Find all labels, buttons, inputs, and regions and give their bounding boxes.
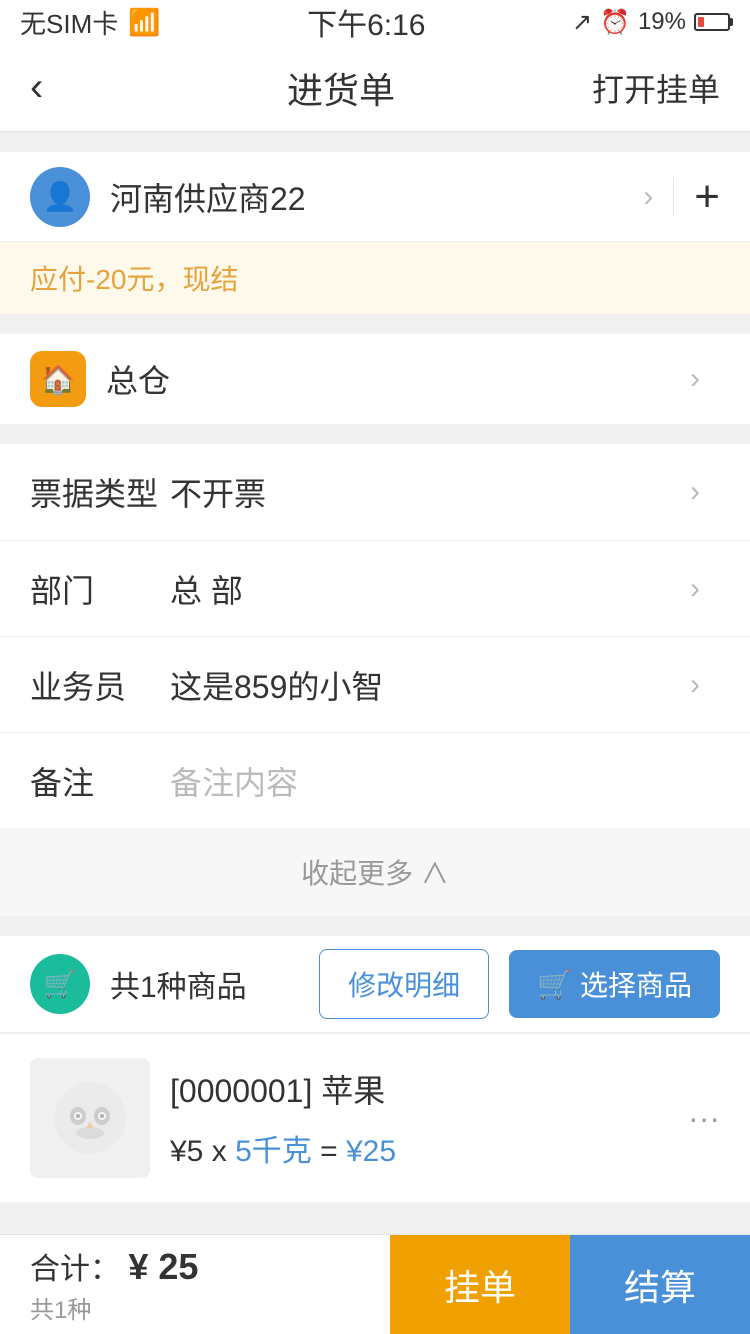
total-label-text: 合计： xyxy=(30,1253,120,1286)
open-pending-button[interactable]: 打开挂单 xyxy=(592,65,720,111)
add-supplier-button[interactable]: + xyxy=(694,175,720,219)
supplier-name: 河南供应商22 xyxy=(110,174,643,220)
price-multiply: x xyxy=(212,1135,235,1168)
checkout-label: 结算 xyxy=(624,1259,696,1311)
bottom-bar: 合计： ¥ 25 共1种 挂单 结算 xyxy=(0,1234,750,1334)
remarks-row[interactable]: 备注 备注内容 xyxy=(0,732,750,828)
hang-label: 挂单 xyxy=(444,1259,516,1311)
supplier-chevron-icon: › xyxy=(643,180,653,214)
product-icon-symbol: 🛒 xyxy=(44,969,76,1000)
collapse-button[interactable]: 收起更多 ∧ xyxy=(0,828,750,916)
status-time: 下午6:16 xyxy=(307,0,425,44)
nav-bar: ‹ 进货单 打开挂单 xyxy=(0,44,750,132)
invoice-type-value: 不开票 xyxy=(170,469,690,515)
section-gap-2 xyxy=(0,314,750,334)
page-title: 进货单 xyxy=(287,62,395,114)
edit-detail-button[interactable]: 修改明细 xyxy=(319,949,489,1019)
department-row[interactable]: 部门 总 部 › xyxy=(0,540,750,636)
battery-label: 19% xyxy=(638,8,686,36)
warehouse-symbol: 🏠 xyxy=(41,363,76,396)
section-gap-4 xyxy=(0,916,750,936)
wifi-icon: 📶 xyxy=(128,7,160,38)
sales-rep-label: 业务员 xyxy=(30,662,170,708)
supplier-row[interactable]: 👤 河南供应商22 › + xyxy=(0,152,750,242)
product-info: [0000001] 苹果 ¥5 x 5千克 = ¥25 xyxy=(170,1066,668,1170)
battery-icon xyxy=(694,13,730,31)
select-product-button[interactable]: 🛒 选择商品 xyxy=(509,950,720,1018)
total-section: 合计： ¥ 25 共1种 xyxy=(0,1235,390,1334)
remarks-label: 备注 xyxy=(30,758,170,804)
total-count: 共1种 xyxy=(30,1290,360,1325)
invoice-chevron-icon: › xyxy=(690,475,700,509)
price-equals: = xyxy=(320,1135,346,1168)
product-thumbnail xyxy=(30,1058,150,1178)
total-label: 合计： ¥ 25 xyxy=(30,1244,360,1288)
status-bar: 无SIM卡 📶 下午6:16 ↗ ⏰ 19% xyxy=(0,0,750,44)
price-quantity: 5千克 xyxy=(235,1135,312,1168)
battery-fill xyxy=(698,17,704,27)
status-right: ↗ ⏰ 19% xyxy=(572,8,730,37)
section-gap-3 xyxy=(0,424,750,444)
department-value: 总 部 xyxy=(170,566,690,612)
supplier-divider xyxy=(673,177,674,217)
product-header: 🛒 共1种商品 修改明细 🛒 选择商品 xyxy=(0,936,750,1032)
product-icon: 🛒 xyxy=(30,954,90,1014)
warehouse-icon: 🏠 xyxy=(30,351,86,407)
alarm-icon: ⏰ xyxy=(600,8,630,37)
section-gap-1 xyxy=(0,132,750,152)
warehouse-card: 🏠 总仓 › xyxy=(0,334,750,424)
product-name: [0000001] 苹果 xyxy=(170,1066,668,1112)
back-button[interactable]: ‹ xyxy=(30,65,90,110)
notice-bar: 应付-20元，现结 xyxy=(0,242,750,314)
supplier-avatar: 👤 xyxy=(30,167,90,227)
carrier-label: 无SIM卡 xyxy=(20,4,118,41)
notice-text: 应付-20元，现结 xyxy=(30,264,238,295)
warehouse-chevron-icon: › xyxy=(690,362,700,396)
product-item: [0000001] 苹果 ¥5 x 5千克 = ¥25 ··· xyxy=(0,1034,750,1202)
sales-rep-value: 这是859的小智 xyxy=(170,662,690,708)
sales-rep-row[interactable]: 业务员 这是859的小智 › xyxy=(0,636,750,732)
select-product-icon: 🛒 xyxy=(537,968,572,1001)
avatar-icon: 👤 xyxy=(43,180,78,213)
hang-button[interactable]: 挂单 xyxy=(390,1235,570,1334)
status-left: 无SIM卡 📶 xyxy=(20,4,161,41)
sales-rep-chevron-icon: › xyxy=(690,668,700,702)
invoice-type-row[interactable]: 票据类型 不开票 › xyxy=(0,444,750,540)
invoice-type-label: 票据类型 xyxy=(30,469,170,515)
department-label: 部门 xyxy=(30,566,170,612)
warehouse-row[interactable]: 🏠 总仓 › xyxy=(0,334,750,424)
supplier-card: 👤 河南供应商22 › + 应付-20元，现结 xyxy=(0,152,750,314)
price-total: ¥25 xyxy=(346,1135,396,1168)
product-more-button[interactable]: ··· xyxy=(688,1100,720,1137)
warehouse-name: 总仓 xyxy=(106,356,690,402)
owl-logo-icon xyxy=(50,1078,130,1158)
collapse-label: 收起更多 ∧ xyxy=(301,852,449,892)
price-unit: ¥5 xyxy=(170,1135,203,1168)
product-count-label: 共1种商品 xyxy=(110,962,299,1006)
location-icon: ↗ xyxy=(572,8,592,37)
product-price: ¥5 x 5千克 = ¥25 xyxy=(170,1126,668,1170)
total-amount: ¥ 25 xyxy=(128,1246,198,1287)
department-chevron-icon: › xyxy=(690,572,700,606)
remarks-input[interactable]: 备注内容 xyxy=(170,758,720,804)
form-card: 票据类型 不开票 › 部门 总 部 › 业务员 这是859的小智 › 备注 备注… xyxy=(0,444,750,828)
select-product-label: 选择商品 xyxy=(580,964,692,1004)
checkout-button[interactable]: 结算 xyxy=(570,1235,750,1334)
